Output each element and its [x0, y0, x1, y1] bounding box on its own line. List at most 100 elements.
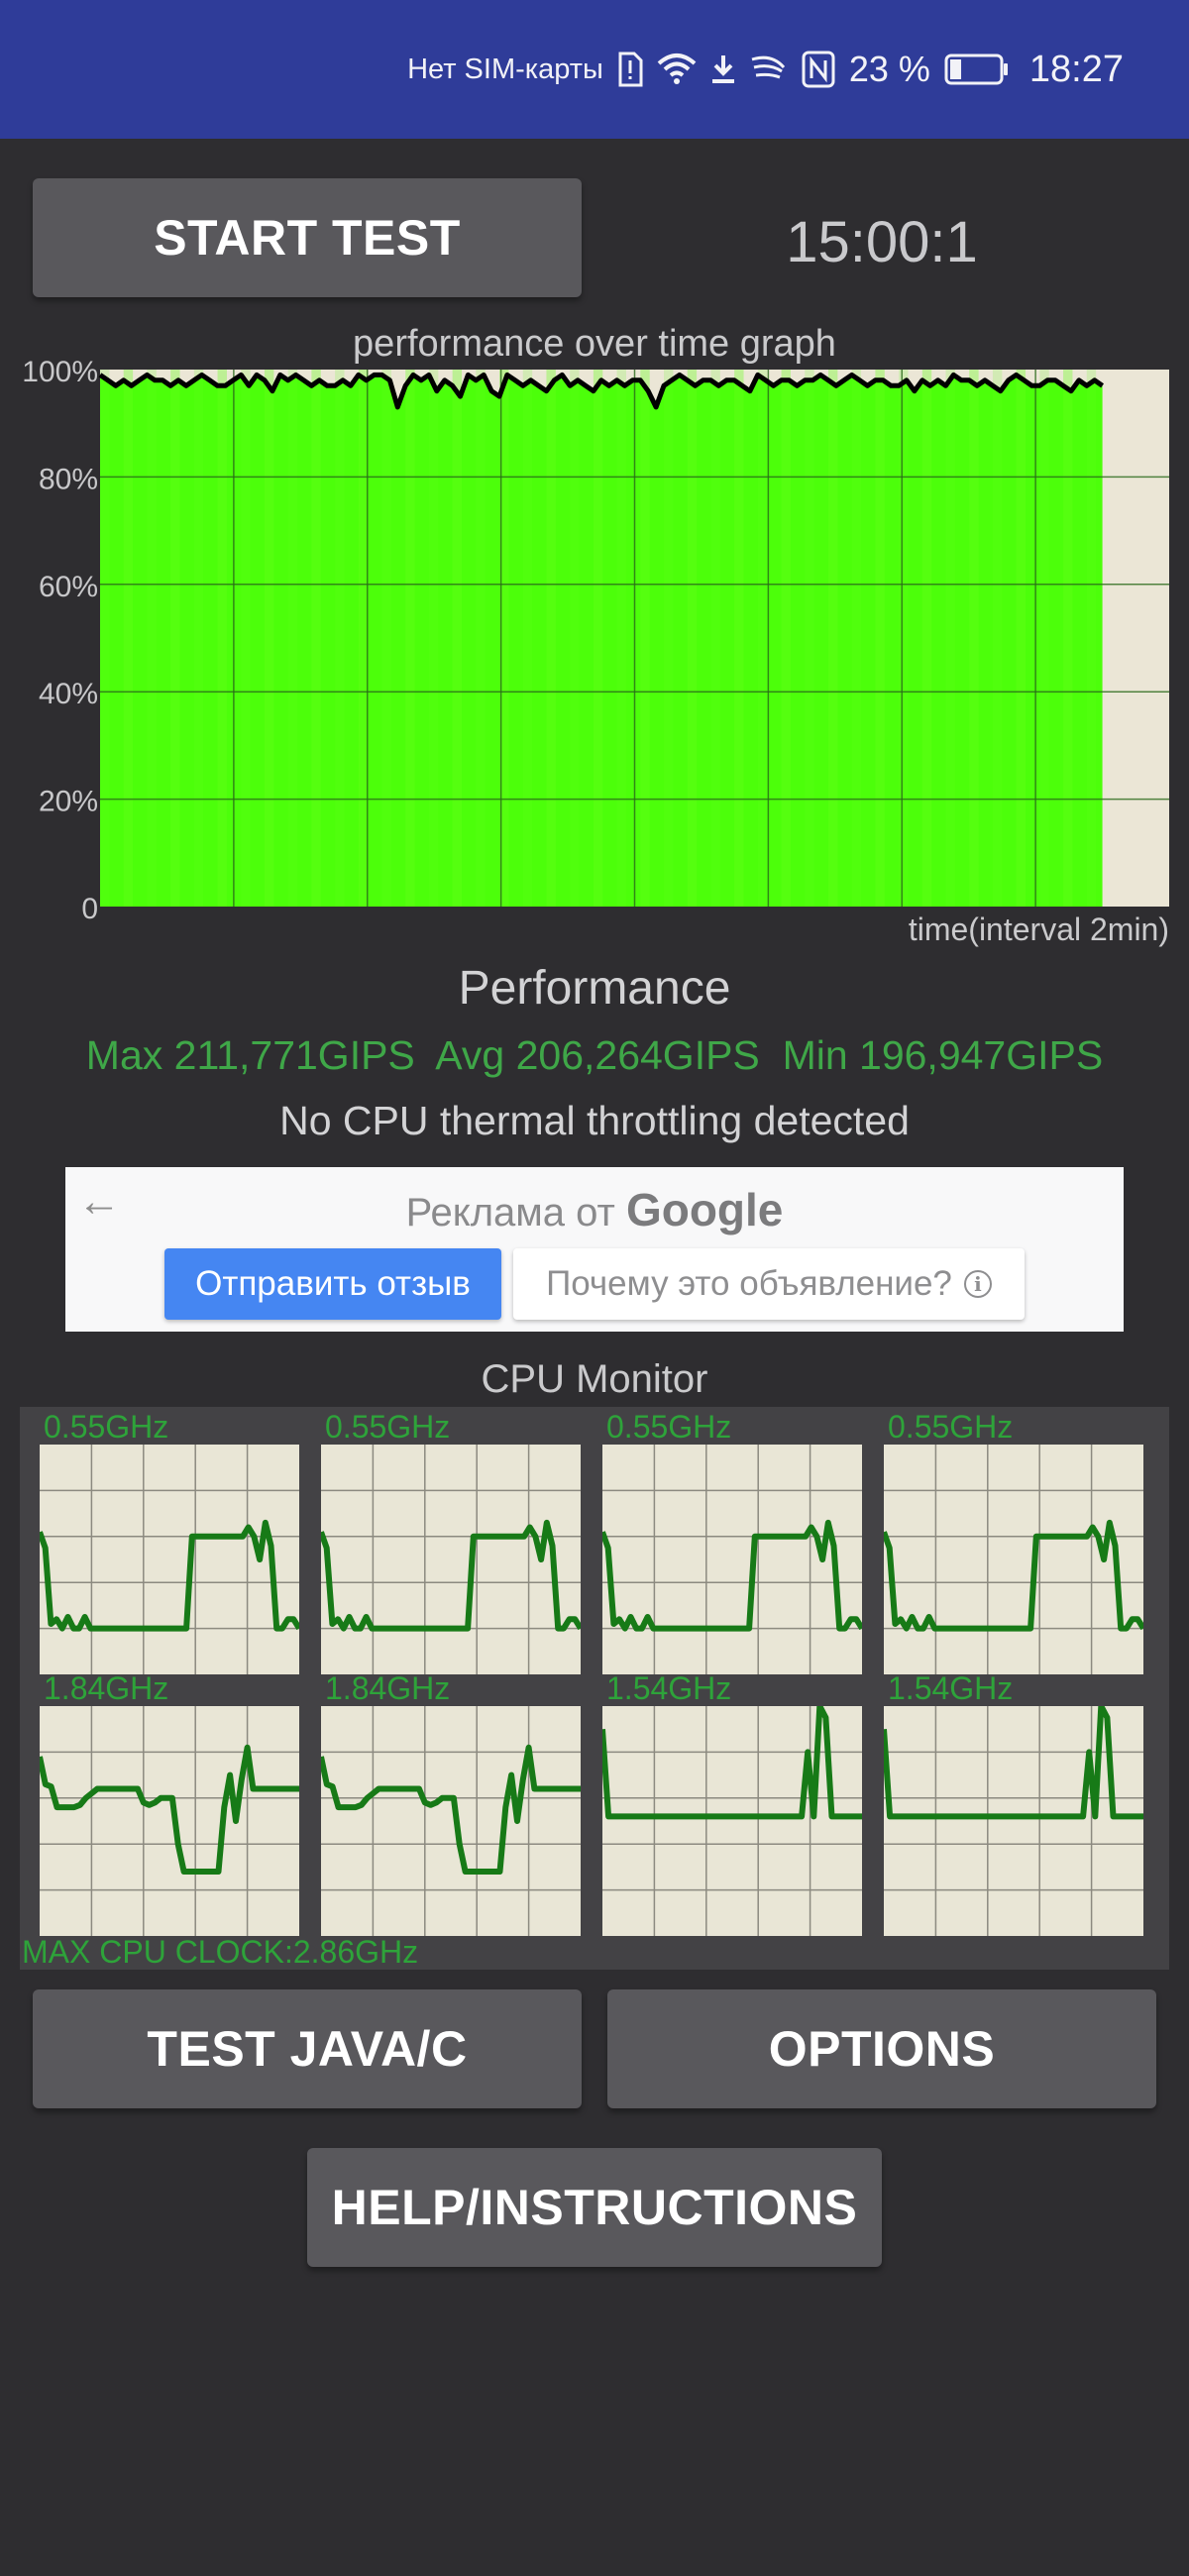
cpu-core-graph: 0.55GHz: [602, 1409, 862, 1674]
area-stripe: [1086, 370, 1097, 907]
area-stripe: [193, 370, 204, 907]
area-stripe: [992, 370, 1003, 907]
cpu-core-chart: [884, 1445, 1143, 1674]
cpu-core-graph: 1.84GHz: [321, 1670, 581, 1936]
cpu-core-frequency: 0.55GHz: [888, 1409, 1014, 1445]
cpu-core-chart: [884, 1706, 1143, 1936]
area-stripe: [805, 370, 814, 907]
area-stripe: [875, 370, 885, 907]
area-stripe: [781, 370, 791, 907]
cpu-core-chart: [321, 1706, 581, 1936]
y-tick-label: 40%: [39, 678, 98, 710]
area-stripe: [616, 370, 626, 907]
area-stripe: [287, 370, 298, 907]
area-stripe: [851, 370, 862, 907]
cpu-monitor-panel: MAX CPU CLOCK:2.86GHz 0.55GHz 0.55GHz 0.55…: [20, 1407, 1169, 1970]
options-button[interactable]: OPTIONS: [607, 1989, 1156, 2108]
area-stripe: [664, 370, 674, 907]
cpu-core-frequency: 1.84GHz: [44, 1670, 169, 1706]
area-stripe: [1039, 370, 1049, 907]
carrier-label: Нет SIM-карты: [407, 53, 603, 85]
area-stripe: [335, 370, 345, 907]
send-feedback-button[interactable]: Отправить отзыв: [164, 1248, 501, 1320]
area-stripe: [1016, 370, 1027, 907]
cpu-core-graph: 1.54GHz: [884, 1670, 1143, 1936]
throttling-status: No CPU thermal throttling detected: [279, 1098, 910, 1143]
area-stripe: [100, 370, 110, 907]
area-stripe: [123, 370, 134, 907]
sim-alert-icon: [617, 52, 643, 87]
nfc-icon: [802, 51, 835, 88]
cpu-core-chart: [40, 1706, 299, 1936]
test-java-c-button[interactable]: TEST JAVA/C: [33, 1989, 582, 2108]
cpu-chart-background: [884, 1706, 1143, 1936]
area-stripe: [311, 370, 321, 907]
cpu-core-frequency: 1.54GHz: [888, 1670, 1014, 1706]
max-cpu-clock: MAX CPU CLOCK:2.86GHz: [22, 1934, 419, 1970]
area-stripe: [170, 370, 180, 907]
area-stripe: [757, 370, 768, 907]
start-test-button[interactable]: START TEST: [33, 178, 582, 297]
area-stripe: [1063, 370, 1073, 907]
cpu-core-frequency: 0.55GHz: [606, 1409, 732, 1445]
cpu-core-graph: 1.54GHz: [602, 1670, 862, 1936]
battery-icon: [944, 53, 1010, 86]
ad-title: Реклама от Google: [65, 1183, 1124, 1236]
cpu-chart-background: [602, 1706, 862, 1936]
google-logo: Google: [625, 1184, 784, 1235]
cpu-core-frequency: 0.55GHz: [325, 1409, 451, 1445]
area-stripe: [147, 370, 157, 907]
area-stripe: [969, 370, 979, 907]
cpu-core-frequency: 0.55GHz: [44, 1409, 169, 1445]
help-instructions-button[interactable]: HELP/INSTRUCTIONS: [307, 2148, 882, 2267]
area-stripe: [640, 370, 650, 907]
area-stripe: [405, 370, 415, 907]
area-stripe: [476, 370, 486, 907]
clock: 18:27: [1028, 48, 1124, 90]
status-bar: Нет SIM-карты 23 % 18:27: [0, 0, 1189, 139]
swiftkey-icon: [750, 54, 788, 85]
test-timer: 15:00:1: [786, 210, 978, 274]
cpu-core-frequency: 1.84GHz: [325, 1670, 451, 1706]
area-stripe: [358, 370, 369, 907]
y-tick-label: 60%: [39, 571, 98, 603]
area-stripe: [264, 370, 274, 907]
area-stripe: [827, 370, 838, 907]
ad-title-prefix: Реклама от: [405, 1191, 615, 1234]
area-stripe: [522, 370, 533, 907]
performance-stats: Max 211,771GIPS Avg 206,264GIPS Min 196,…: [85, 1032, 1104, 1078]
performance-chart: 0 20% 40% 60% 80% 100%: [22, 357, 1169, 921]
area-stripe: [428, 370, 439, 907]
area-stripe: [381, 370, 391, 907]
y-tick-label: 80%: [39, 463, 98, 495]
ad-banner: ← Реклама от Google Отправить отзыв Поче…: [65, 1167, 1124, 1332]
battery-percent: 23 %: [848, 49, 930, 89]
area-stripe: [687, 370, 698, 907]
y-tick-label: 0: [81, 893, 98, 921]
why-this-ad-button[interactable]: Почему это объявление? i: [513, 1248, 1025, 1320]
cpu-core-graph: 0.55GHz: [321, 1409, 581, 1674]
download-icon: [710, 54, 736, 85]
cpu-chart-background: [321, 1706, 581, 1936]
cpu-core-chart: [321, 1445, 581, 1674]
cpu-chart-background: [40, 1706, 299, 1936]
chart-x-axis-label: time(interval 2min): [908, 912, 1169, 947]
area-stripe: [921, 370, 932, 907]
y-tick-label: 100%: [22, 357, 98, 388]
area-stripe: [452, 370, 463, 907]
performance-heading: Performance: [458, 962, 731, 1015]
area-stripe: [570, 370, 580, 907]
area-stripe: [217, 370, 227, 907]
area-stripe: [593, 370, 603, 907]
cpu-core-graph: 0.55GHz: [40, 1409, 299, 1674]
area-stripe: [546, 370, 556, 907]
info-icon: i: [963, 1270, 992, 1298]
why-this-ad-label: Почему это объявление?: [546, 1264, 952, 1303]
cpu-core-graph: 1.84GHz: [40, 1670, 299, 1936]
area-stripe: [241, 370, 251, 907]
y-tick-label: 20%: [39, 786, 98, 818]
cpu-core-chart: [602, 1445, 862, 1674]
area-stripe: [710, 370, 720, 907]
cpu-core-graph: 0.55GHz: [884, 1409, 1143, 1674]
cpu-core-chart: [602, 1706, 862, 1936]
